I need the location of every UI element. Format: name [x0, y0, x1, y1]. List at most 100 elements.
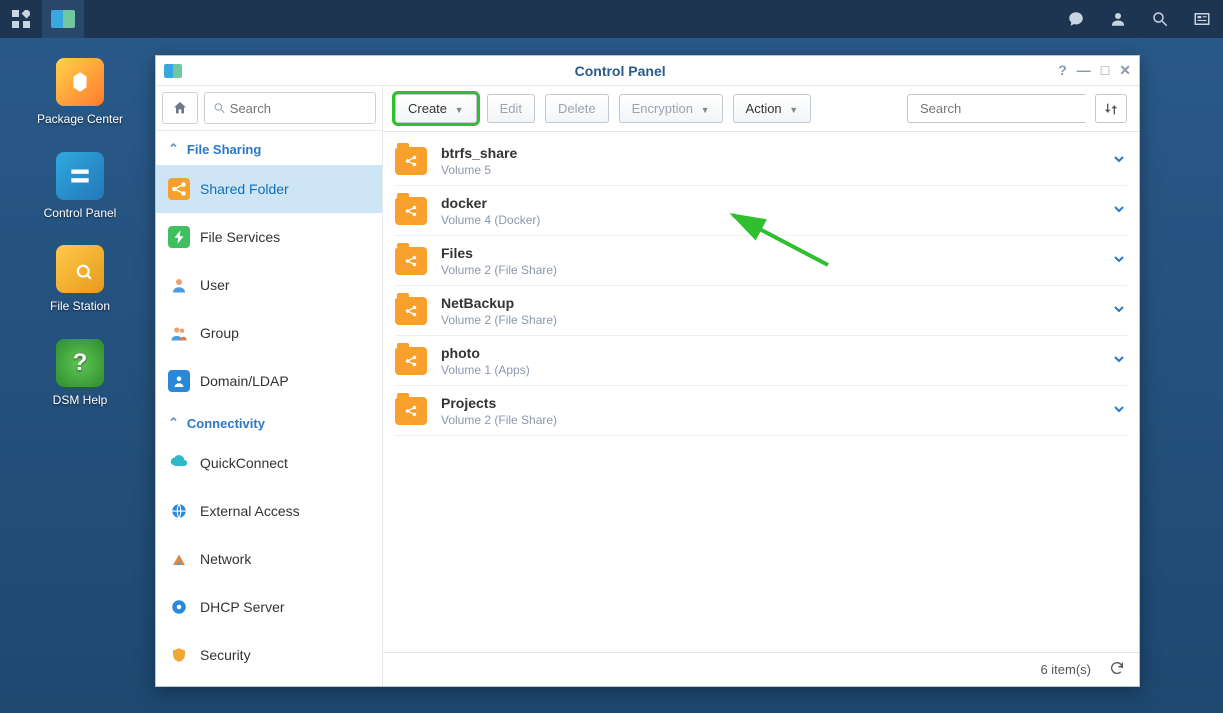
sort-icon [1103, 101, 1119, 117]
search-icon [213, 101, 226, 115]
button-label: Encryption [632, 101, 693, 116]
sidebar-item-quickconnect[interactable]: QuickConnect [156, 439, 382, 487]
window-maximize-button[interactable]: □ [1101, 62, 1109, 79]
chevron-down-icon [1111, 301, 1127, 317]
toolbar-search-input[interactable] [916, 95, 1100, 122]
expand-button[interactable] [1111, 201, 1127, 220]
expand-button[interactable] [1111, 301, 1127, 320]
expand-button[interactable] [1111, 351, 1127, 370]
taskbar-widgets-button[interactable] [1181, 0, 1223, 38]
sidebar-item-label: Group [200, 325, 239, 341]
sidebar-item-domain-ldap[interactable]: Domain/LDAP [156, 357, 382, 405]
expand-button[interactable] [1111, 251, 1127, 270]
taskbar-search-button[interactable] [1139, 0, 1181, 38]
expand-button[interactable] [1111, 401, 1127, 420]
sidebar-section-connectivity[interactable]: ⌃ Connectivity [156, 405, 382, 439]
dropdown-caret-icon: ▼ [455, 105, 464, 115]
sort-button[interactable] [1095, 94, 1127, 123]
folder-name: photo [441, 345, 1097, 361]
window-titlebar[interactable]: Control Panel ? — □ ✕ [156, 56, 1139, 86]
desktop-icon-label: File Station [50, 299, 110, 315]
toolbar: Create ▼ Edit Delete Encryption ▼ Action… [383, 86, 1139, 132]
shared-folder-row[interactable]: btrfs_share Volume 5 [395, 136, 1127, 186]
sidebar-item-external-access[interactable]: External Access [156, 487, 382, 535]
taskbar-app-control-panel[interactable] [42, 0, 84, 38]
chevron-down-icon [1111, 401, 1127, 417]
home-icon [172, 100, 188, 116]
window-title: Control Panel [182, 63, 1058, 79]
search-icon [1151, 10, 1169, 28]
chevron-down-icon [1111, 351, 1127, 367]
chat-icon [1067, 10, 1085, 28]
sidebar-search-input[interactable] [226, 95, 367, 122]
widgets-icon [1193, 10, 1211, 28]
shared-folder-row[interactable]: Files Volume 2 (File Share) [395, 236, 1127, 286]
sidebar-item-user[interactable]: User [156, 261, 382, 309]
toolbar-search-box[interactable] [907, 94, 1087, 123]
folder-share-icon [395, 347, 427, 375]
shared-folder-row[interactable]: docker Volume 4 (Docker) [395, 186, 1127, 236]
sidebar-item-label: Domain/LDAP [200, 373, 289, 389]
refresh-icon [1109, 660, 1125, 676]
folder-volume: Volume 2 (File Share) [441, 263, 1097, 277]
dropdown-caret-icon: ▼ [789, 105, 798, 115]
folder-name: btrfs_share [441, 145, 1097, 161]
statusbar: 6 item(s) [383, 652, 1139, 686]
edit-button[interactable]: Edit [487, 94, 535, 123]
encryption-button[interactable]: Encryption ▼ [619, 94, 723, 123]
folder-volume: Volume 4 (Docker) [441, 213, 1097, 227]
shared-folder-row[interactable]: NetBackup Volume 2 (File Share) [395, 286, 1127, 336]
button-label: Action [746, 101, 782, 116]
sidebar-item-label: QuickConnect [200, 455, 288, 471]
window-close-button[interactable]: ✕ [1119, 62, 1131, 79]
sidebar-item-shared-folder[interactable]: Shared Folder [156, 165, 382, 213]
chevron-down-icon [1111, 251, 1127, 267]
create-button[interactable]: Create ▼ [395, 94, 477, 123]
taskbar-user-button[interactable] [1097, 0, 1139, 38]
desktop-icon-control-panel[interactable]: Control Panel [30, 152, 130, 222]
chevron-up-icon: ⌃ [168, 141, 179, 157]
desktop-icon-label: Package Center [37, 112, 123, 128]
sidebar-item-dhcp-server[interactable]: DHCP Server [156, 583, 382, 631]
group-icon [168, 322, 190, 344]
control-panel-icon [51, 10, 75, 28]
content-area: Create ▼ Edit Delete Encryption ▼ Action… [383, 86, 1139, 686]
file-services-icon [168, 226, 190, 248]
sidebar-section-file-sharing[interactable]: ⌃ File Sharing [156, 131, 382, 165]
sidebar-section-label: Connectivity [187, 416, 265, 431]
external-access-icon [168, 500, 190, 522]
desktop-icon-file-station[interactable]: File Station [30, 245, 130, 315]
sidebar-item-label: Shared Folder [200, 181, 289, 197]
apps-menu-button[interactable] [0, 0, 42, 38]
delete-button[interactable]: Delete [545, 94, 609, 123]
window-help-button[interactable]: ? [1058, 62, 1067, 79]
shared-folder-row[interactable]: Projects Volume 2 (File Share) [395, 386, 1127, 436]
expand-button[interactable] [1111, 151, 1127, 170]
action-button[interactable]: Action ▼ [733, 94, 812, 123]
shared-folder-icon [168, 178, 190, 200]
sidebar-home-button[interactable] [162, 92, 198, 124]
help-icon: ? [56, 339, 104, 387]
user-icon [168, 274, 190, 296]
sidebar-section-label: File Sharing [187, 142, 261, 157]
sidebar-item-file-services[interactable]: File Services [156, 213, 382, 261]
sidebar-item-network[interactable]: Network [156, 535, 382, 583]
folder-share-icon [395, 397, 427, 425]
folder-name: docker [441, 195, 1097, 211]
sidebar-item-security[interactable]: Security [156, 631, 382, 679]
sidebar-item-label: User [200, 277, 230, 293]
sidebar-item-group[interactable]: Group [156, 309, 382, 357]
button-label: Create [408, 101, 447, 116]
button-label: Delete [558, 101, 596, 116]
folder-share-icon [395, 147, 427, 175]
sidebar-item-label: DHCP Server [200, 599, 285, 615]
taskbar-chat-button[interactable] [1055, 0, 1097, 38]
control-panel-icon [164, 64, 182, 78]
refresh-button[interactable] [1109, 660, 1125, 679]
sidebar-search-box[interactable] [204, 92, 376, 124]
shared-folder-row[interactable]: photo Volume 1 (Apps) [395, 336, 1127, 386]
window-minimize-button[interactable]: — [1077, 62, 1091, 79]
domain-ldap-icon [168, 370, 190, 392]
desktop-icon-dsm-help[interactable]: ? DSM Help [30, 339, 130, 409]
desktop-icon-package-center[interactable]: Package Center [30, 58, 130, 128]
